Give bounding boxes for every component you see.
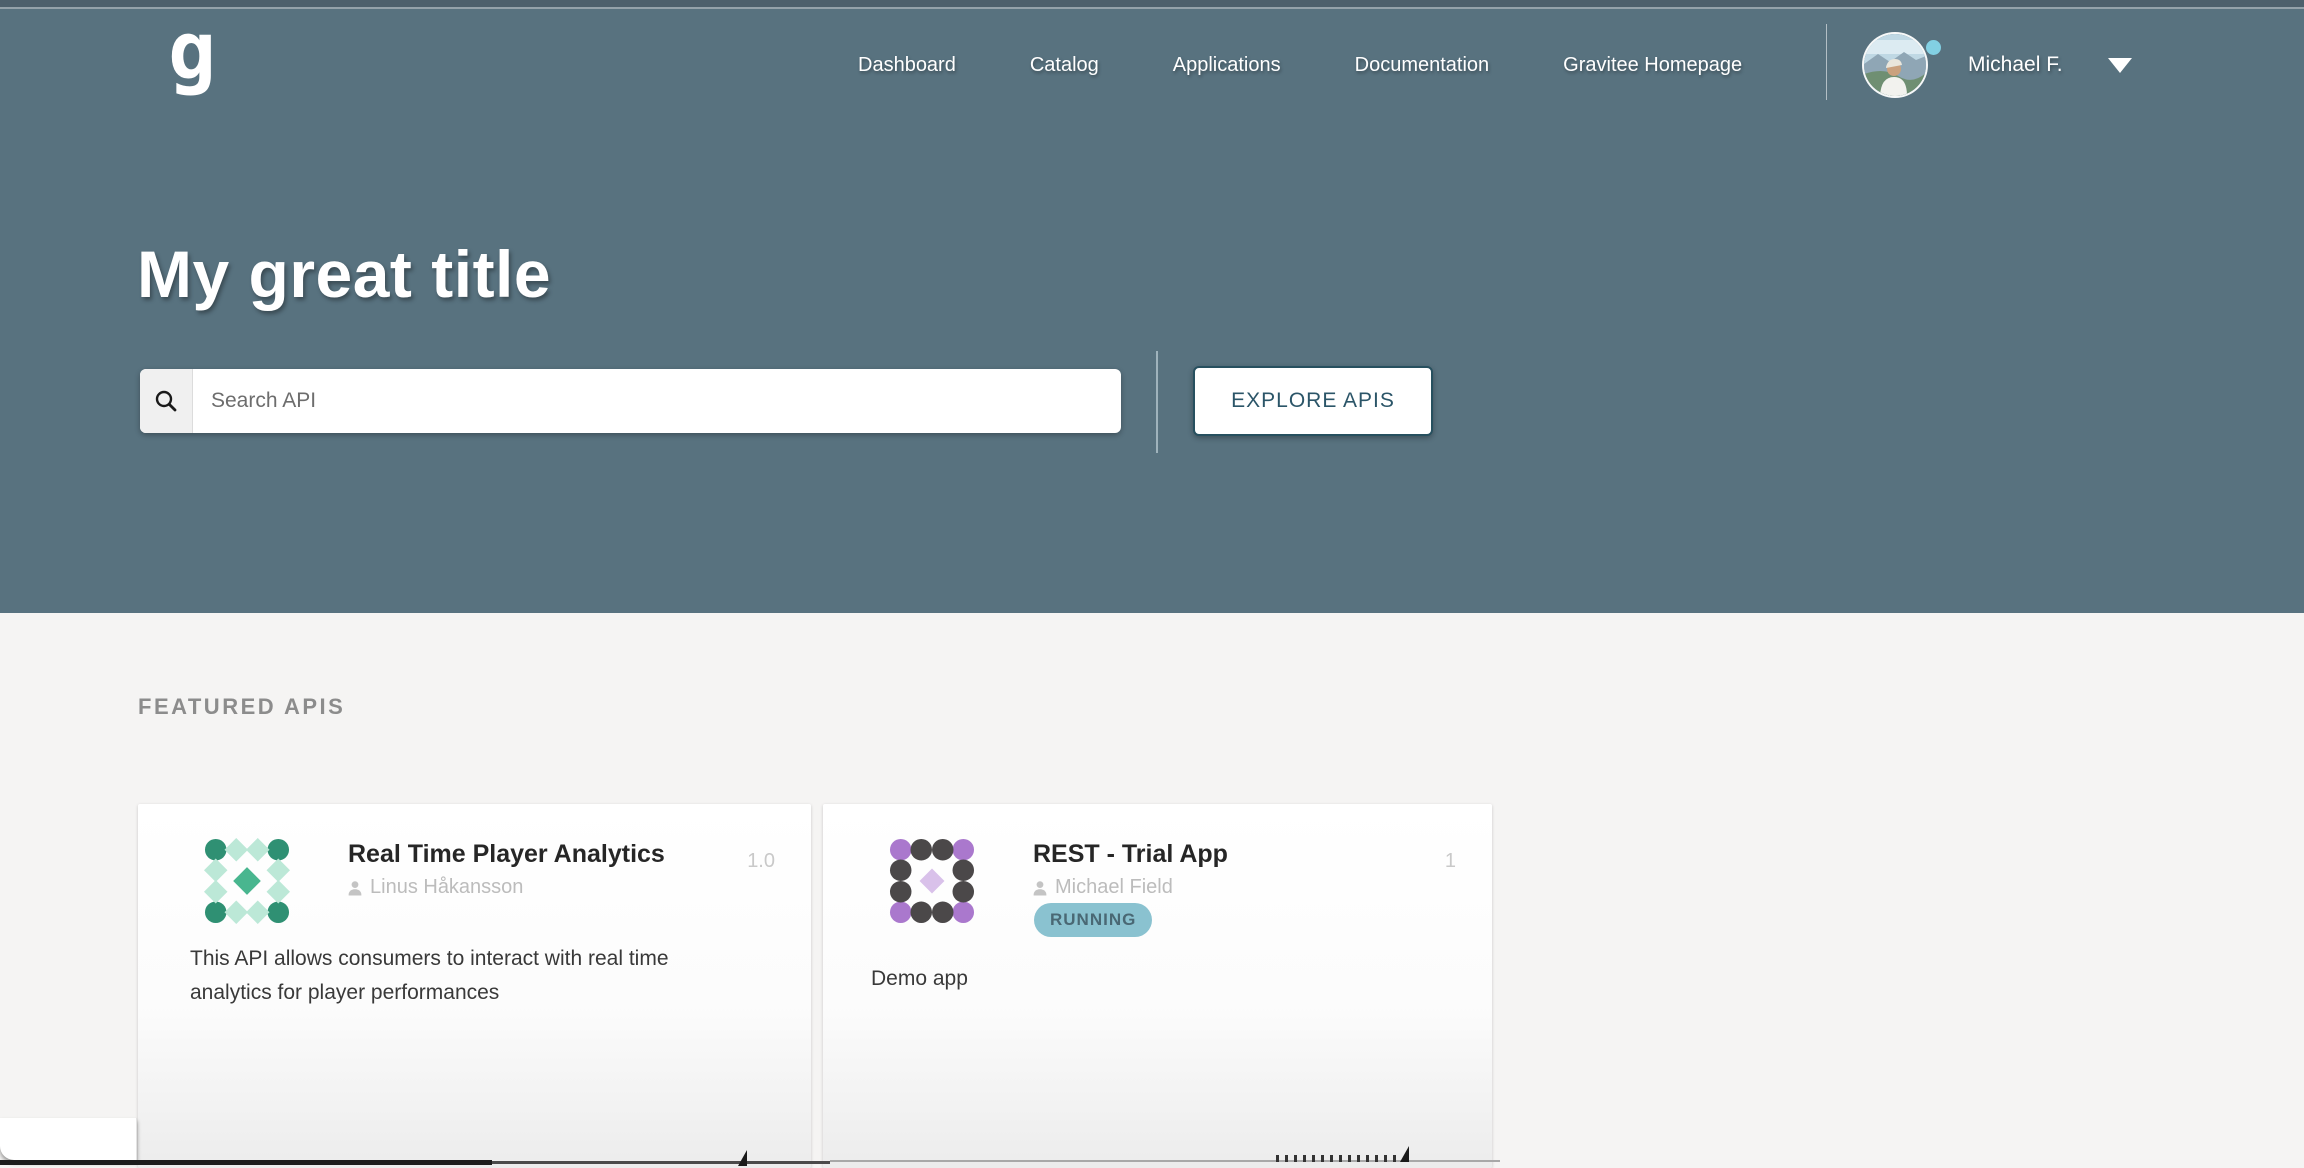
app-owner-name: Michael Field [1055,876,1173,899]
bottom-left-panel-fragment [0,1118,137,1160]
nav-item-applications[interactable]: Applications [1173,54,1281,77]
api-description: This API allows consumers to interact wi… [190,942,710,1010]
app-title: REST - Trial App [1033,840,1228,869]
chevron-down-icon[interactable] [2108,58,2132,73]
main-nav: Dashboard Catalog Applications Documenta… [858,0,1742,130]
header-divider [1826,24,1827,100]
search-input[interactable] [193,369,1121,433]
nav-item-dashboard[interactable]: Dashboard [858,54,956,77]
api-card-rest-trial-app[interactable]: REST - Trial App Michael Field 1 RUNNING… [823,804,1492,1168]
user-avatar[interactable] [1864,34,1926,96]
hero-vertical-divider [1156,351,1158,453]
api-search-bar [140,369,1121,433]
nav-item-documentation[interactable]: Documentation [1355,54,1490,77]
api-owner-name: Linus Håkansson [370,876,523,899]
api-avatar-icon [204,838,290,924]
app-avatar-icon [889,838,975,924]
nav-item-gravitee-homepage[interactable]: Gravitee Homepage [1563,54,1742,77]
search-icon [153,388,179,414]
cutoff-footer-bar [0,1160,492,1165]
app-description: Demo app [871,962,1411,996]
api-title: Real Time Player Analytics [348,840,665,869]
page-title: My great title [137,236,551,312]
app-subscriptions-count: 1 [1445,850,1456,873]
person-icon [346,879,364,897]
cutoff-text-tops [1276,1155,1398,1162]
presence-status-dot [1926,40,1941,55]
cutoff-footer-line [492,1161,830,1164]
hero-banner: g Dashboard Catalog Applications Documen… [0,0,2304,613]
cutoff-glyph-icon [1400,1146,1409,1162]
cutoff-glyph-icon [738,1150,747,1166]
avatar-photo [1864,34,1926,96]
api-version: 1.0 [747,850,775,873]
portal-page: g Dashboard Catalog Applications Documen… [0,0,2304,1168]
api-card-real-time-player-analytics[interactable]: Real Time Player Analytics Linus Håkanss… [138,804,811,1168]
gravitee-logo[interactable]: g [168,12,216,92]
search-icon-button[interactable] [140,369,193,433]
app-owner: Michael Field [1031,876,1173,899]
status-badge: RUNNING [1034,903,1152,937]
api-owner: Linus Håkansson [346,876,523,899]
featured-apis-heading: FEATURED APIS [138,694,345,720]
person-icon [1031,879,1049,897]
user-menu-name[interactable]: Michael F. [1968,53,2063,77]
nav-item-catalog[interactable]: Catalog [1030,54,1099,77]
explore-apis-button[interactable]: EXPLORE APIS [1193,366,1433,436]
